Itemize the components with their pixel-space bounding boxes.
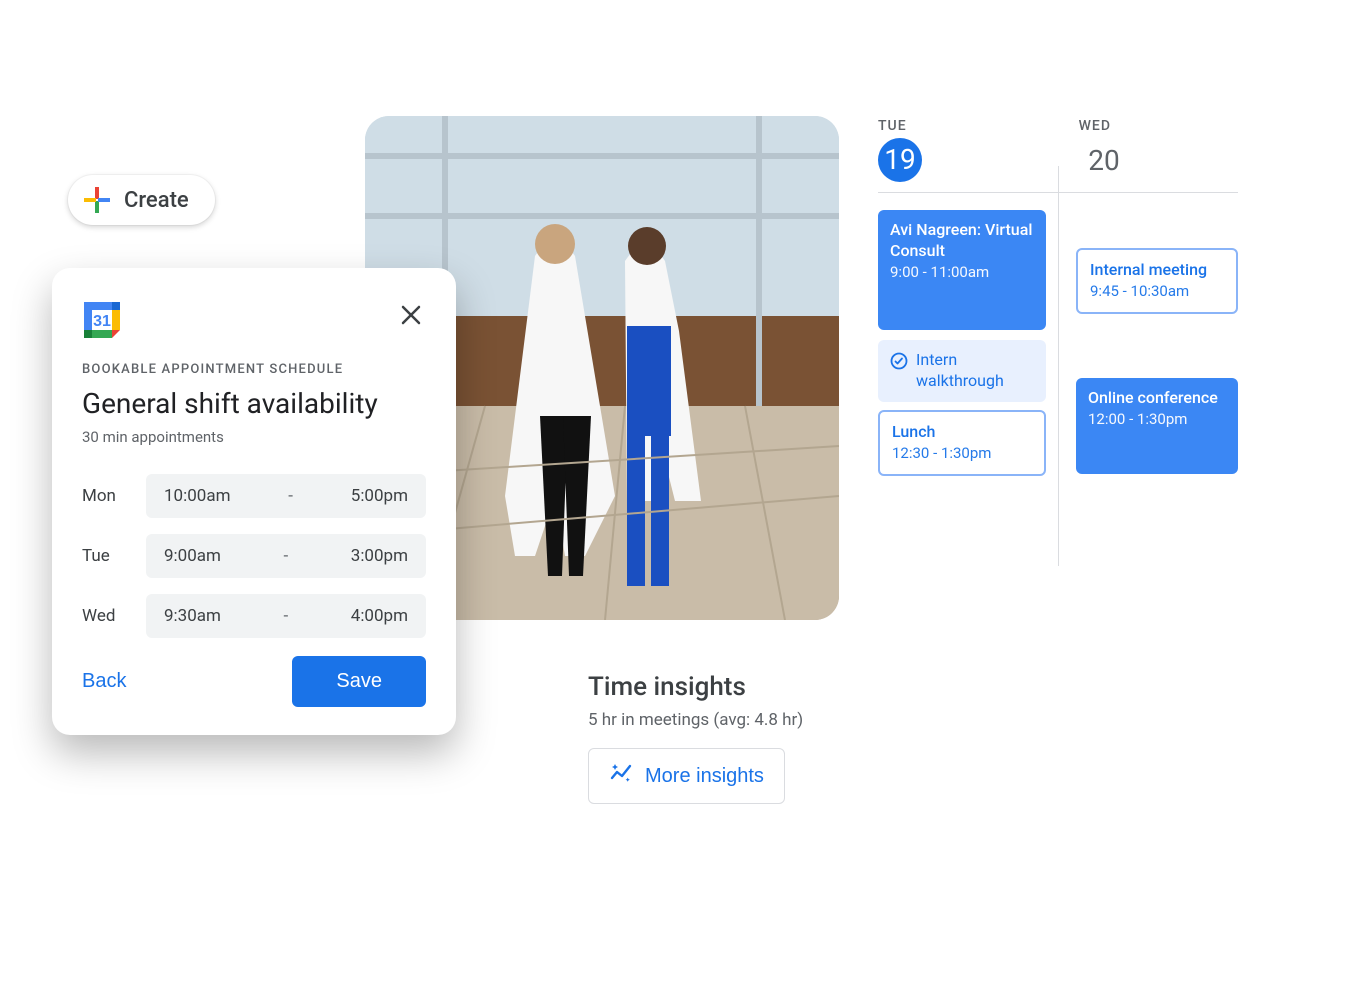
availability-row-mon: Mon 10:00am - 5:00pm (82, 474, 426, 518)
plus-icon (84, 187, 110, 213)
event-lunch[interactable]: Lunch 12:30 - 1:30pm (878, 410, 1046, 476)
back-button[interactable]: Back (82, 670, 126, 693)
start-time: 9:00am (164, 546, 221, 566)
end-time: 4:00pm (351, 606, 408, 626)
event-title: Lunch (892, 422, 1032, 443)
save-button[interactable]: Save (292, 656, 426, 707)
dash: - (284, 546, 289, 566)
close-button[interactable] (396, 300, 426, 334)
calendar-col-divider (1058, 166, 1059, 566)
more-insights-label: More insights (645, 765, 764, 788)
schedule-card: 31 BOOKABLE APPOINTMENT SCHEDULE General… (52, 268, 456, 735)
dash: - (288, 486, 293, 506)
day-label: Tue (82, 546, 128, 566)
close-icon (400, 304, 422, 326)
event-avi-consult[interactable]: Avi Nagreen: Virtual Consult 9:00 - 11:0… (878, 210, 1046, 330)
event-title: Online conference (1088, 388, 1226, 409)
insights-title: Time insights (588, 672, 803, 702)
event-time: 12:00 - 1:30pm (1088, 410, 1187, 428)
day-header-wed: WED (1079, 118, 1111, 134)
event-intern-walkthrough[interactable]: Intern walkthrough (878, 340, 1046, 402)
time-range-input[interactable]: 9:00am - 3:00pm (146, 534, 426, 578)
end-time: 5:00pm (351, 486, 408, 506)
day-number-tue[interactable]: 19 (878, 138, 922, 182)
availability-row-wed: Wed 9:30am - 4:00pm (82, 594, 426, 638)
event-internal-meeting[interactable]: Internal meeting 9:45 - 10:30am (1076, 248, 1238, 314)
event-title: Internal meeting (1090, 260, 1224, 281)
dash: - (284, 606, 289, 626)
calendar-app-icon: 31 (82, 300, 122, 340)
start-time: 9:30am (164, 606, 221, 626)
event-title: Intern walkthrough (916, 350, 1034, 392)
day-header-tue: TUE (878, 118, 907, 134)
availability-row-tue: Tue 9:00am - 3:00pm (82, 534, 426, 578)
start-time: 10:00am (164, 486, 231, 506)
event-time: 9:45 - 10:30am (1090, 282, 1189, 300)
day-number-wed[interactable]: 20 (1082, 144, 1126, 177)
time-range-input[interactable]: 10:00am - 5:00pm (146, 474, 426, 518)
insights-subtitle: 5 hr in meetings (avg: 4.8 hr) (588, 710, 803, 730)
time-insights: Time insights 5 hr in meetings (avg: 4.8… (588, 672, 803, 804)
availability-rows: Mon 10:00am - 5:00pm Tue 9:00am - 3:00pm… (82, 474, 426, 638)
event-online-conference[interactable]: Online conference 12:00 - 1:30pm (1076, 378, 1238, 474)
svg-text:31: 31 (93, 313, 111, 330)
end-time: 3:00pm (351, 546, 408, 566)
insights-icon (609, 761, 633, 791)
check-circle-icon (890, 352, 908, 376)
day-label: Wed (82, 606, 128, 626)
schedule-title: General shift availability (82, 387, 426, 420)
event-time: 12:30 - 1:30pm (892, 444, 991, 462)
event-time: 9:00 - 11:00am (890, 263, 989, 281)
create-button[interactable]: Create (68, 175, 215, 225)
time-range-input[interactable]: 9:30am - 4:00pm (146, 594, 426, 638)
create-label: Create (124, 188, 189, 213)
more-insights-button[interactable]: More insights (588, 748, 785, 804)
calendar-mini: TUE WED 19 20 Avi Nagreen: Virtual Consu… (878, 118, 1238, 193)
schedule-eyebrow: BOOKABLE APPOINTMENT SCHEDULE (82, 362, 426, 377)
day-label: Mon (82, 486, 128, 506)
event-title: Avi Nagreen: Virtual Consult (890, 220, 1034, 262)
schedule-subtitle: 30 min appointments (82, 428, 426, 446)
